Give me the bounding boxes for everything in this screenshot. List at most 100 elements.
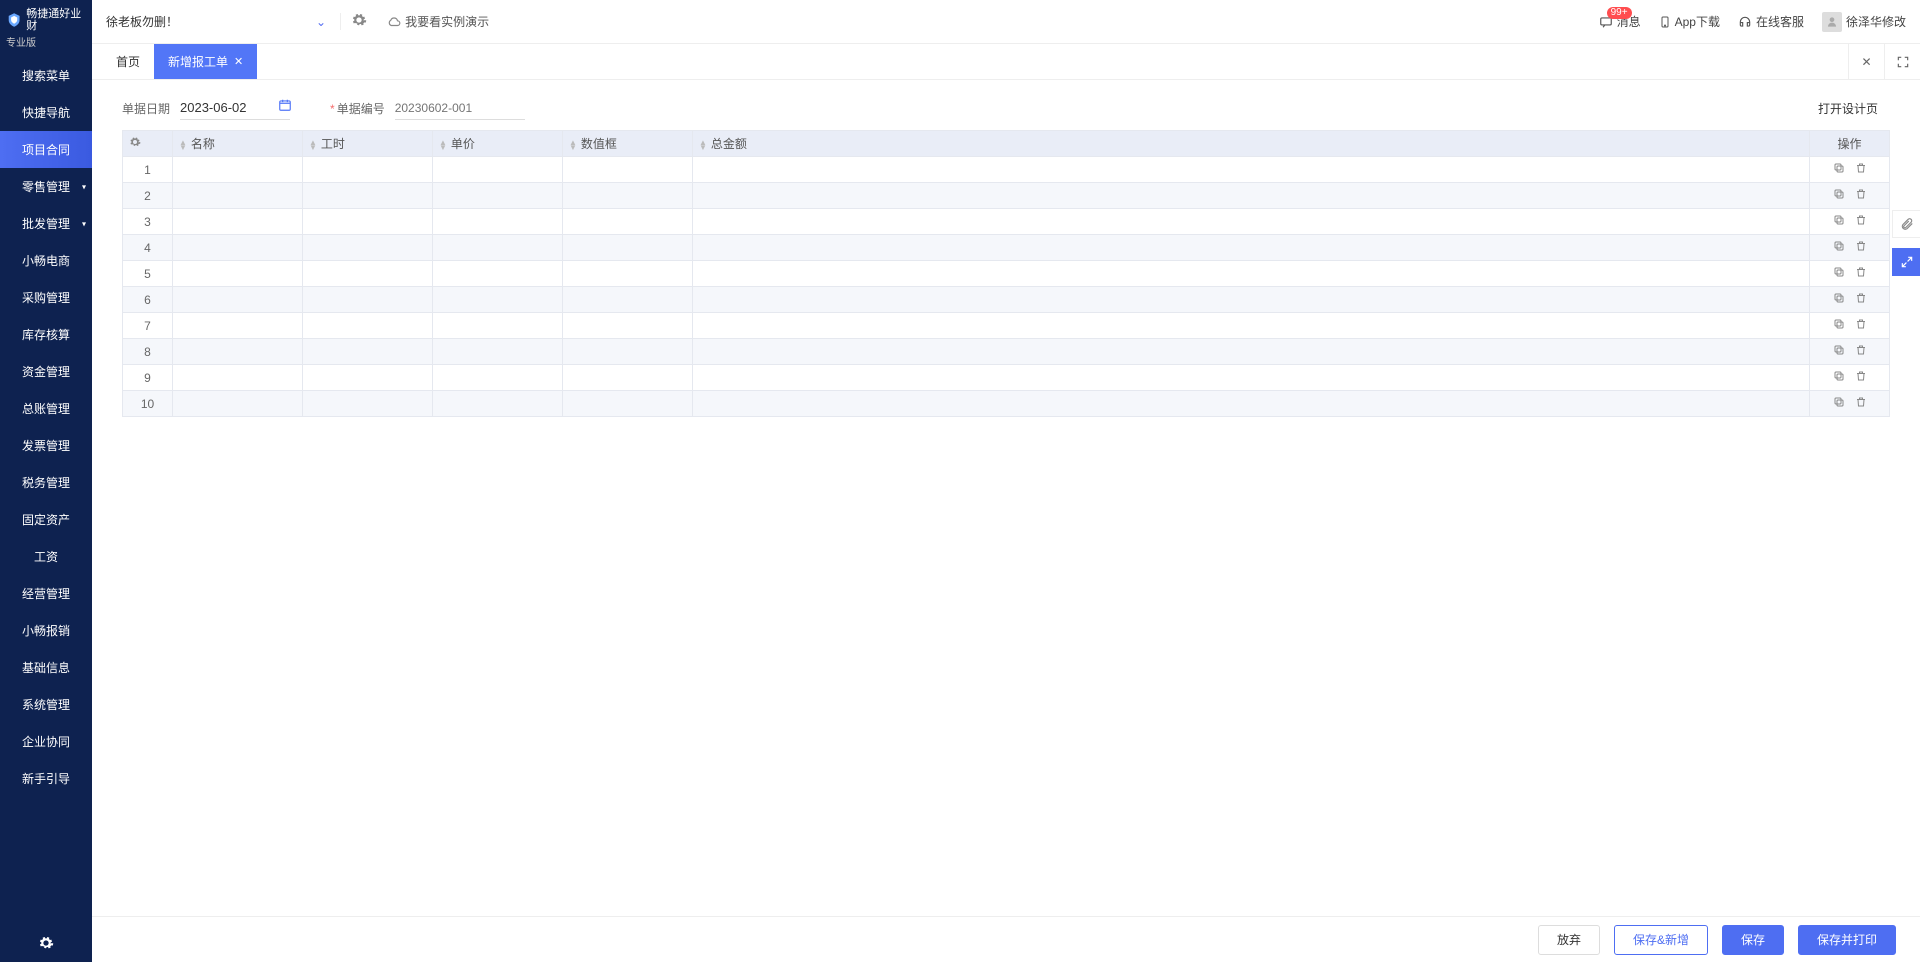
cell[interactable]: [173, 339, 303, 365]
cell[interactable]: [693, 339, 1810, 365]
cell[interactable]: [433, 157, 563, 183]
tab-0[interactable]: 首页: [102, 44, 154, 79]
column-header-0[interactable]: ▲▼名称: [173, 131, 303, 157]
date-input[interactable]: [180, 96, 290, 120]
org-selector[interactable]: 徐老板勿删！ ⌄: [106, 13, 341, 30]
sidebar-item-15[interactable]: 小畅报销: [0, 612, 92, 649]
row-copy-button[interactable]: [1833, 162, 1845, 177]
sidebar-item-13[interactable]: 工资: [0, 538, 92, 575]
calendar-icon[interactable]: [278, 98, 292, 115]
messages-button[interactable]: 99+ 消息: [1599, 13, 1641, 30]
row-delete-button[interactable]: [1855, 344, 1867, 359]
row-delete-button[interactable]: [1855, 292, 1867, 307]
row-delete-button[interactable]: [1855, 318, 1867, 333]
customer-service-button[interactable]: 在线客服: [1738, 13, 1804, 30]
cell[interactable]: [563, 235, 693, 261]
cell[interactable]: [433, 287, 563, 313]
cell[interactable]: [303, 209, 433, 235]
tab-1[interactable]: 新增报工单✕: [154, 44, 257, 79]
cell[interactable]: [693, 391, 1810, 417]
row-copy-button[interactable]: [1833, 344, 1845, 359]
cell[interactable]: [563, 183, 693, 209]
row-delete-button[interactable]: [1855, 396, 1867, 411]
row-delete-button[interactable]: [1855, 266, 1867, 281]
sidebar-item-1[interactable]: 快捷导航: [0, 94, 92, 131]
cell[interactable]: [433, 235, 563, 261]
sidebar-item-5[interactable]: 小畅电商: [0, 242, 92, 279]
tab-close-all-button[interactable]: ✕: [1848, 44, 1884, 80]
row-copy-button[interactable]: [1833, 292, 1845, 307]
close-icon[interactable]: ✕: [234, 55, 243, 68]
sidebar-item-19[interactable]: 新手引导: [0, 760, 92, 797]
expand-panel-button[interactable]: [1892, 248, 1920, 276]
row-delete-button[interactable]: [1855, 162, 1867, 177]
cell[interactable]: [303, 235, 433, 261]
cell[interactable]: [693, 287, 1810, 313]
cell[interactable]: [303, 157, 433, 183]
app-download-button[interactable]: App下载: [1659, 13, 1720, 30]
cell[interactable]: [693, 261, 1810, 287]
save-and-print-button[interactable]: 保存并打印: [1798, 925, 1896, 955]
cell[interactable]: [563, 365, 693, 391]
cell[interactable]: [563, 313, 693, 339]
sidebar-item-10[interactable]: 发票管理: [0, 427, 92, 464]
attachment-button[interactable]: [1892, 210, 1920, 238]
row-copy-button[interactable]: [1833, 188, 1845, 203]
sidebar-item-9[interactable]: 总账管理: [0, 390, 92, 427]
row-copy-button[interactable]: [1833, 266, 1845, 281]
row-copy-button[interactable]: [1833, 214, 1845, 229]
cell[interactable]: [433, 209, 563, 235]
sidebar-item-2[interactable]: 项目合同: [0, 131, 92, 168]
cell[interactable]: [563, 261, 693, 287]
cell[interactable]: [563, 287, 693, 313]
cell[interactable]: [173, 365, 303, 391]
sidebar-item-6[interactable]: 采购管理: [0, 279, 92, 316]
row-delete-button[interactable]: [1855, 240, 1867, 255]
cell[interactable]: [563, 209, 693, 235]
column-settings-button[interactable]: [129, 137, 141, 151]
cell[interactable]: [173, 209, 303, 235]
row-delete-button[interactable]: [1855, 188, 1867, 203]
cell[interactable]: [693, 235, 1810, 261]
cell[interactable]: [433, 365, 563, 391]
cell[interactable]: [173, 183, 303, 209]
cell[interactable]: [693, 313, 1810, 339]
cell[interactable]: [693, 365, 1810, 391]
column-header-3[interactable]: ▲▼数值框: [563, 131, 693, 157]
cell[interactable]: [303, 365, 433, 391]
row-copy-button[interactable]: [1833, 396, 1845, 411]
column-header-4[interactable]: ▲▼总金额: [693, 131, 1810, 157]
cell[interactable]: [563, 391, 693, 417]
cell[interactable]: [173, 235, 303, 261]
user-menu[interactable]: 徐泽华修改: [1822, 12, 1906, 32]
save-button[interactable]: 保存: [1722, 925, 1784, 955]
cell[interactable]: [563, 157, 693, 183]
cell[interactable]: [173, 313, 303, 339]
settings-gear-button[interactable]: [0, 927, 92, 962]
cell[interactable]: [303, 391, 433, 417]
sidebar-item-4[interactable]: 批发管理▾: [0, 205, 92, 242]
cell[interactable]: [173, 157, 303, 183]
sidebar-item-18[interactable]: 企业协同: [0, 723, 92, 760]
sidebar-item-8[interactable]: 资金管理: [0, 353, 92, 390]
sidebar-item-0[interactable]: 搜索菜单: [0, 57, 92, 94]
cell[interactable]: [303, 287, 433, 313]
row-copy-button[interactable]: [1833, 370, 1845, 385]
column-header-1[interactable]: ▲▼工时: [303, 131, 433, 157]
cell[interactable]: [433, 339, 563, 365]
sidebar-item-7[interactable]: 库存核算: [0, 316, 92, 353]
row-copy-button[interactable]: [1833, 318, 1845, 333]
cell[interactable]: [433, 261, 563, 287]
column-header-2[interactable]: ▲▼单价: [433, 131, 563, 157]
row-copy-button[interactable]: [1833, 240, 1845, 255]
sidebar-item-11[interactable]: 税务管理: [0, 464, 92, 501]
row-delete-button[interactable]: [1855, 370, 1867, 385]
demo-link[interactable]: 我要看实例演示: [387, 13, 489, 30]
cell[interactable]: [303, 339, 433, 365]
cell[interactable]: [693, 157, 1810, 183]
open-designer-link[interactable]: 打开设计页: [1818, 100, 1878, 117]
sidebar-item-16[interactable]: 基础信息: [0, 649, 92, 686]
sidebar-item-12[interactable]: 固定资产: [0, 501, 92, 538]
row-delete-button[interactable]: [1855, 214, 1867, 229]
cell[interactable]: [563, 339, 693, 365]
